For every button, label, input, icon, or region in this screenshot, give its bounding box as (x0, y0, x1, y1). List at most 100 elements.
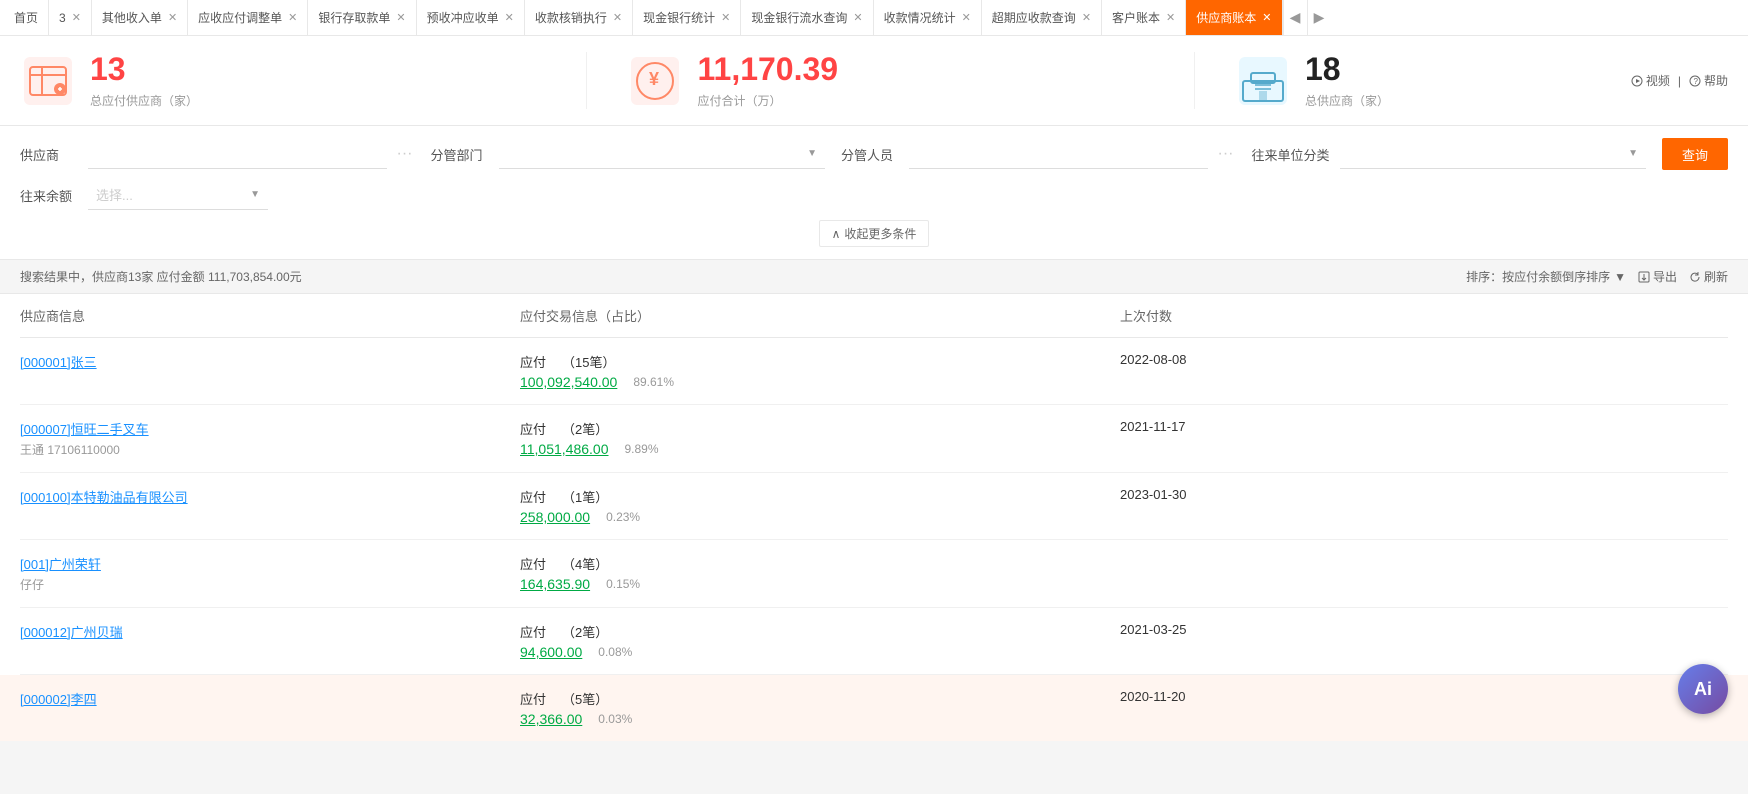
payable-pct-3: 0.23% (606, 510, 640, 524)
filter-supplier-input[interactable] (88, 139, 387, 169)
export-button[interactable]: 导出 (1638, 268, 1677, 285)
query-button[interactable]: 查询 (1662, 138, 1728, 170)
nav-tab-cash-bank-stats-close[interactable]: ✕ (721, 11, 730, 24)
refresh-button[interactable]: 刷新 (1689, 268, 1728, 285)
payable-amount-value: 11,170.39 (697, 52, 838, 87)
filter-balance-arrow: ▼ (250, 189, 260, 200)
supplier-link-1[interactable]: [000001]张三 (20, 355, 97, 370)
nav-tab-bank-deposit-close[interactable]: ✕ (396, 11, 405, 24)
payable-amount-icon: ¥ (627, 53, 683, 109)
summary-card-payable-suppliers-info: 13 总应付供应商（家） (90, 52, 198, 108)
export-icon (1638, 271, 1650, 283)
collapse-row: ∧ 收起更多条件 (20, 220, 1728, 247)
payable-label-4: 应付 (520, 554, 546, 573)
ai-badge-label: Ai (1694, 679, 1712, 700)
supplier-link-5[interactable]: [000012]广州贝瑞 (20, 625, 123, 640)
nav-tab-3-close[interactable]: ✕ (72, 11, 81, 24)
nav-tab-ap-adjustment-close[interactable]: ✕ (288, 11, 297, 24)
supplier-link-4[interactable]: [001]广州荣轩 (20, 557, 101, 572)
nav-tab-bank-deposit[interactable]: 银行存取款单 ✕ (308, 0, 416, 36)
nav-tab-customer-account-close[interactable]: ✕ (1166, 11, 1175, 24)
last-payment-date-5: 2021-03-25 (1120, 622, 1187, 637)
payable-suppliers-value: 13 (90, 52, 198, 87)
nav-tab-other-income-close[interactable]: ✕ (168, 11, 177, 24)
filter-unit-class: 往来单位分类 ▼ (1252, 139, 1647, 169)
payable-label-6: 应付 (520, 689, 546, 708)
nav-tab-customer-account[interactable]: 客户账本 ✕ (1102, 0, 1186, 36)
payable-label-2: 应付 (520, 419, 546, 438)
lastpayment-cell-3: 2023-01-30 (1120, 487, 1728, 502)
filter-person-input[interactable] (909, 139, 1208, 169)
payable-pct-5: 0.08% (598, 645, 632, 659)
nav-tab-collection-stats-label: 收款情况统计 (884, 9, 956, 26)
nav-tab-3[interactable]: 3 ✕ (49, 0, 92, 36)
total-suppliers-value: 18 (1305, 52, 1389, 87)
nav-tab-collection-verify[interactable]: 收款核销执行 ✕ (525, 0, 633, 36)
sort-dropdown[interactable]: 排序：按应付余额倒序排序 ▼ (1466, 268, 1626, 285)
payable-pct-2: 9.89% (625, 442, 659, 456)
svg-text:?: ? (1694, 77, 1699, 86)
nav-tab-cash-bank-flow-close[interactable]: ✕ (853, 11, 862, 24)
nav-tab-collection-stats[interactable]: 收款情况统计 ✕ (874, 0, 982, 36)
filter-unit-class-label: 往来单位分类 (1252, 145, 1332, 164)
payable-amount-5[interactable]: 94,600.00 (520, 644, 582, 660)
nav-tab-cash-bank-stats[interactable]: 现金银行统计 ✕ (633, 0, 741, 36)
filter-supplier-dots[interactable]: ··· (397, 145, 413, 163)
nav-tab-prepayment-label: 预收冲应收单 (427, 9, 499, 26)
nav-tab-supplier-account[interactable]: 供应商账本 ✕ (1186, 0, 1282, 36)
nav-tab-ap-adjustment[interactable]: 应收应付调整单 ✕ (188, 0, 308, 36)
filter-department: 分管部门 ▼ (431, 139, 826, 169)
collapse-label: 收起更多条件 (844, 225, 916, 242)
payable-amount-3[interactable]: 258,000.00 (520, 509, 590, 525)
total-suppliers-icon (1235, 53, 1291, 109)
collapse-button[interactable]: ∧ 收起更多条件 (819, 220, 930, 247)
payable-amount-6[interactable]: 32,366.00 (520, 711, 582, 727)
filter-person-dots[interactable]: ··· (1218, 145, 1234, 163)
nav-tab-bank-deposit-label: 银行存取款单 (318, 9, 390, 26)
nav-tab-supplier-account-close[interactable]: ✕ (1262, 11, 1271, 24)
transaction-cell-2: 应付 （2笔） 11,051,486.00 9.89% (520, 419, 1120, 457)
video-link[interactable]: 视频 (1631, 72, 1670, 89)
filter-department-label: 分管部门 (431, 145, 491, 164)
nav-tab-collection-verify-close[interactable]: ✕ (613, 11, 622, 24)
payable-amount-4[interactable]: 164,635.90 (520, 576, 590, 592)
filter-unit-class-arrow: ▼ (1628, 148, 1638, 159)
nav-tab-other-income[interactable]: 其他收入单 ✕ (92, 0, 188, 36)
table-container: 供应商信息 应付交易信息（占比） 上次付数 [000001]张三 应付 （15笔… (0, 294, 1748, 741)
table-row: [000007]恒旺二手叉车 王通 17106110000 应付 （2笔） 11… (20, 405, 1728, 473)
nav-tab-cash-bank-flow[interactable]: 现金银行流水查询 ✕ (741, 0, 873, 36)
sort-label: 排序：按应付余额倒序排序 (1466, 268, 1610, 285)
summary-card-payable-suppliers: 13 总应付供应商（家） (20, 52, 587, 108)
supplier-link-6[interactable]: [000002]李四 (20, 692, 97, 707)
table-row: [000002]李四 应付 （5笔） 32,366.00 0.03% 2020-… (0, 675, 1748, 741)
nav-tab-collection-stats-close[interactable]: ✕ (962, 11, 971, 24)
help-link[interactable]: ? 帮助 (1689, 72, 1728, 89)
payable-amount-2[interactable]: 11,051,486.00 (520, 441, 609, 457)
filter-department-select[interactable]: ▼ (499, 139, 826, 169)
nav-tab-prepayment-close[interactable]: ✕ (505, 11, 514, 24)
filter-balance-placeholder: 选择... (96, 185, 133, 204)
payable-amount-1[interactable]: 100,092,540.00 (520, 374, 617, 390)
nav-tab-overdue-ap[interactable]: 超期应收款查询 ✕ (982, 0, 1102, 36)
ai-assistant-button[interactable]: Ai (1678, 664, 1728, 714)
payable-pct-1: 89.61% (633, 375, 674, 389)
lastpayment-cell-5: 2021-03-25 (1120, 622, 1728, 637)
nav-tab-overdue-ap-close[interactable]: ✕ (1082, 11, 1091, 24)
nav-tab-prepayment[interactable]: 预收冲应收单 ✕ (417, 0, 525, 36)
nav-prev-arrow[interactable]: ◀ (1283, 0, 1307, 36)
summary-card-payable-amount-info: 11,170.39 应付合计（万） (697, 52, 838, 108)
nav-tab-home[interactable]: 首页 (4, 0, 49, 36)
supplier-link-3[interactable]: [000100]本特勒油品有限公司 (20, 490, 188, 505)
result-actions: 排序：按应付余额倒序排序 ▼ 导出 刷新 (1466, 268, 1728, 285)
supplier-cell-2: [000007]恒旺二手叉车 王通 17106110000 (20, 419, 520, 458)
supplier-link-2[interactable]: [000007]恒旺二手叉车 (20, 422, 149, 437)
payable-label-3: 应付 (520, 487, 546, 506)
nav-next-arrow[interactable]: ▶ (1307, 0, 1331, 36)
filter-balance-select[interactable]: 选择... ▼ (88, 180, 268, 210)
payable-count-3: （1笔） (562, 487, 608, 506)
filter-unit-class-select[interactable]: ▼ (1340, 139, 1647, 169)
payable-suppliers-label: 总应付供应商（家） (90, 92, 198, 109)
nav-tab-home-label: 首页 (14, 9, 38, 26)
last-payment-date-1: 2022-08-08 (1120, 352, 1187, 367)
last-payment-date-2: 2021-11-17 (1120, 419, 1186, 434)
